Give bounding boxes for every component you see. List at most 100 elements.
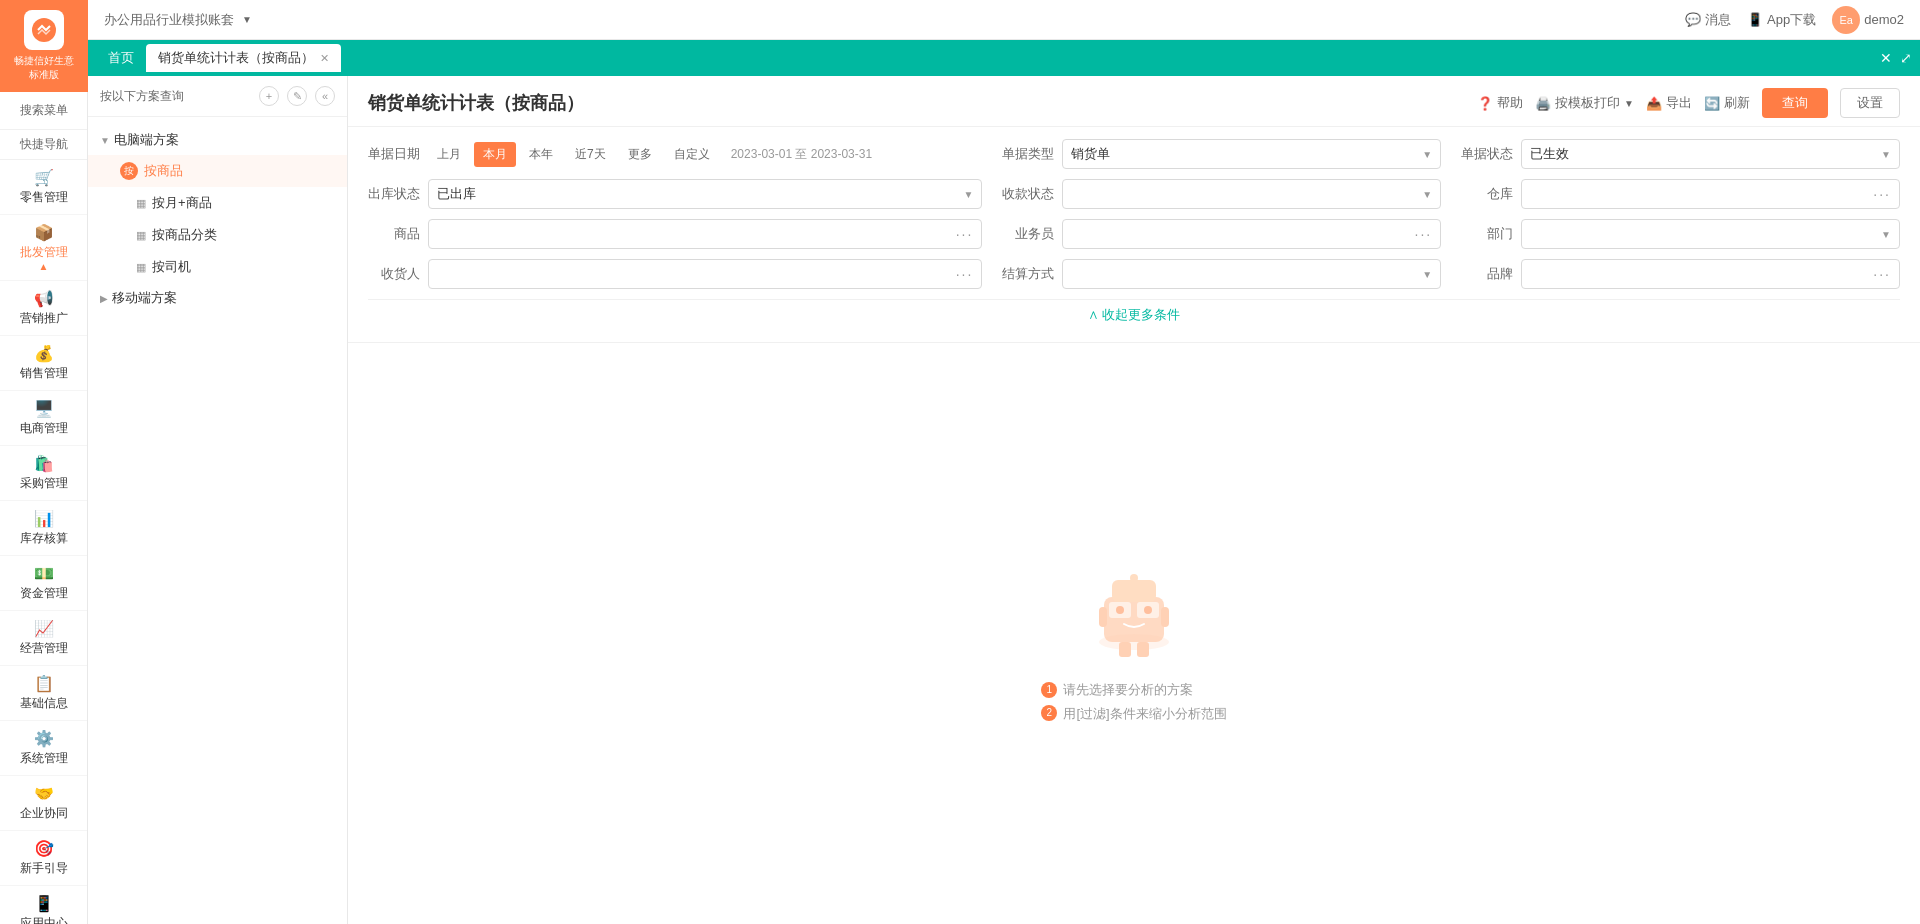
sidebar-item-enterprise[interactable]: 🤝 企业协同 — [0, 776, 87, 831]
dept-label: 部门 — [1461, 225, 1521, 243]
scheme-tree: ▼ 电脑端方案 按 按商品 ▦ 按月+商品 ▦ 按商品分类 — [88, 117, 347, 321]
sidebar-item-wholesale[interactable]: 📦 批发管理 ▲ — [0, 215, 87, 281]
sidebar-item-label-system: 系统管理 — [20, 750, 68, 767]
template-print-button[interactable]: 🖨️ 按模板打印 ▼ — [1535, 94, 1634, 112]
sidebar-item-appcenter[interactable]: 📱 应用中心 — [0, 886, 87, 924]
sidebar-quicknav-label: 快捷导航 — [20, 137, 68, 151]
sidebar-item-newbie[interactable]: 🎯 新手引导 — [0, 831, 87, 886]
product-input[interactable]: ··· — [428, 219, 982, 249]
warehouse-dots-icon: ··· — [1873, 186, 1891, 202]
tree-group-mobile: ▶ 移动端方案 — [88, 283, 347, 313]
collapse-icon: « — [322, 90, 328, 102]
scheme-by-scanner[interactable]: ▦ 按司机 — [88, 251, 347, 283]
svg-point-12 — [1144, 606, 1152, 614]
sidebar-item-system[interactable]: ⚙️ 系统管理 — [0, 721, 87, 776]
sidebar-item-purchase[interactable]: 🛍️ 采购管理 — [0, 446, 87, 501]
brand-input[interactable]: ··· — [1521, 259, 1900, 289]
edit-icon: ✎ — [293, 90, 302, 103]
sidebar-item-operations[interactable]: 📈 经营管理 — [0, 611, 87, 666]
sidebar-item-ecommerce[interactable]: 🖥️ 电商管理 — [0, 391, 87, 446]
settings-button[interactable]: 设置 — [1840, 88, 1900, 118]
app-logo-text: 畅捷信好生意 — [14, 54, 74, 68]
help-button[interactable]: ❓ 帮助 — [1477, 94, 1523, 112]
sidebar-quicknav-item[interactable]: 快捷导航 — [0, 130, 87, 160]
receiver-label: 收货人 — [368, 265, 428, 283]
sidebar-item-marketing[interactable]: 📢 营销推广 — [0, 281, 87, 336]
date-filter-field: 单据日期 上月 本月 本年 近7天 更多 自定义 2023-03-01 至 20… — [368, 142, 982, 167]
scheme-by-month-product[interactable]: ▦ 按月+商品 — [88, 187, 347, 219]
product-dots-icon: ··· — [956, 226, 974, 242]
app-download-label: App下载 — [1767, 11, 1816, 29]
edit-scheme-button[interactable]: ✎ — [287, 86, 307, 106]
sidebar-item-inventory[interactable]: 📊 库存核算 — [0, 501, 87, 556]
print-icon: 🖨️ — [1535, 96, 1551, 111]
tree-group-pc: ▼ 电脑端方案 按 按商品 ▦ 按月+商品 ▦ 按商品分类 — [88, 125, 347, 283]
filter-row-1: 单据日期 上月 本月 本年 近7天 更多 自定义 2023-03-01 至 20… — [368, 139, 1900, 169]
date-btn-current-month[interactable]: 本月 — [474, 142, 516, 167]
receiver-input[interactable]: ··· — [428, 259, 982, 289]
message-button[interactable]: 💬 消息 — [1685, 11, 1731, 29]
sidebar-item-retail[interactable]: 🛒 零售管理 — [0, 160, 87, 215]
inventory-icon: 📊 — [34, 509, 54, 528]
tab-home[interactable]: 首页 — [96, 44, 146, 72]
sub-icon-2: ▦ — [136, 229, 146, 242]
app-download-button[interactable]: 📱 App下载 — [1747, 11, 1816, 29]
tab-sales-stat[interactable]: 销货单统计计表（按商品） ✕ — [146, 44, 341, 72]
warehouse-input[interactable]: ··· — [1521, 179, 1900, 209]
payment-status-input[interactable]: ▼ — [1062, 179, 1441, 209]
sidebar-item-finance[interactable]: 💵 资金管理 — [0, 556, 87, 611]
export-button[interactable]: 📤 导出 — [1646, 94, 1692, 112]
tip-text-2: 用[过滤]条件来缩小分析范围 — [1063, 702, 1226, 725]
sidebar-item-basic[interactable]: 📋 基础信息 — [0, 666, 87, 721]
sidebar-item-sales[interactable]: 💰 销售管理 — [0, 336, 87, 391]
date-btn-current-year[interactable]: 本年 — [520, 142, 562, 167]
tree-group-pc-header[interactable]: ▼ 电脑端方案 — [88, 125, 347, 155]
collapse-label: ∧ 收起更多条件 — [1088, 307, 1181, 322]
date-options: 上月 本月 本年 近7天 更多 自定义 2023-03-01 至 2023-03… — [428, 142, 872, 167]
filter-row-4: 收货人 ··· 结算方式 ▼ 品牌 — [368, 259, 1900, 289]
salesperson-field: 业务员 ··· — [1002, 219, 1441, 249]
filter-row-2: 出库状态 已出库 ▼ 收款状态 ▼ 仓库 — [368, 179, 1900, 209]
sidebar-item-label-newbie: 新手引导 — [20, 860, 68, 877]
user-menu[interactable]: Ea demo2 — [1832, 6, 1904, 34]
stock-status-value: 已出库 — [437, 185, 476, 203]
settlement-input[interactable]: ▼ — [1062, 259, 1441, 289]
message-label: 消息 — [1705, 11, 1731, 29]
scheme-by-product[interactable]: 按 按商品 — [88, 155, 347, 187]
salesperson-input[interactable]: ··· — [1062, 219, 1441, 249]
tab-close-icon[interactable]: ✕ — [320, 52, 329, 65]
date-btn-more[interactable]: 更多 — [619, 142, 661, 167]
doc-type-input[interactable]: 销货单 ▼ — [1062, 139, 1441, 169]
warehouse-field: 仓库 ··· — [1461, 179, 1900, 209]
date-btn-last-7days[interactable]: 近7天 — [566, 142, 615, 167]
settlement-dropdown-icon: ▼ — [1422, 269, 1432, 280]
tree-group-mobile-header[interactable]: ▶ 移动端方案 — [88, 283, 347, 313]
sidebar-item-label-appcenter: 应用中心 — [20, 915, 68, 924]
doc-status-value: 已生效 — [1530, 145, 1569, 163]
add-icon: + — [266, 90, 272, 102]
stock-status-input[interactable]: 已出库 ▼ — [428, 179, 982, 209]
mobile-group-label: 移动端方案 — [112, 289, 177, 307]
close-window-icon[interactable]: ✕ — [1880, 50, 1892, 66]
maximize-icon[interactable]: ⤢ — [1900, 50, 1912, 66]
sub-icon-1: ▦ — [136, 197, 146, 210]
dept-input[interactable]: ▼ — [1521, 219, 1900, 249]
scheme-by-category[interactable]: ▦ 按商品分类 — [88, 219, 347, 251]
date-btn-last-month[interactable]: 上月 — [428, 142, 470, 167]
page-title: 销货单统计计表（按商品） — [368, 91, 584, 115]
tip-text-1: 请先选择要分析的方案 — [1063, 678, 1193, 701]
collapse-button[interactable]: ∧ 收起更多条件 — [368, 299, 1900, 330]
doc-status-input[interactable]: 已生效 ▼ — [1521, 139, 1900, 169]
add-scheme-button[interactable]: + — [259, 86, 279, 106]
page-actions: ❓ 帮助 🖨️ 按模板打印 ▼ 📤 导出 🔄 刷新 — [1477, 88, 1900, 118]
message-icon: 💬 — [1685, 12, 1701, 27]
top-header: 办公用品行业模拟账套 ▼ 💬 消息 📱 App下载 Ea demo2 — [88, 0, 1920, 40]
workspace-selector[interactable]: 办公用品行业模拟账套 ▼ — [104, 11, 252, 29]
stock-status-dropdown-icon: ▼ — [963, 189, 973, 200]
refresh-button[interactable]: 🔄 刷新 — [1704, 94, 1750, 112]
collapse-panel-button[interactable]: « — [315, 86, 335, 106]
sidebar-search-item[interactable]: 搜索菜单 — [0, 92, 87, 130]
date-btn-custom[interactable]: 自定义 — [665, 142, 719, 167]
svg-point-10 — [1130, 574, 1138, 582]
query-button[interactable]: 查询 — [1762, 88, 1828, 118]
